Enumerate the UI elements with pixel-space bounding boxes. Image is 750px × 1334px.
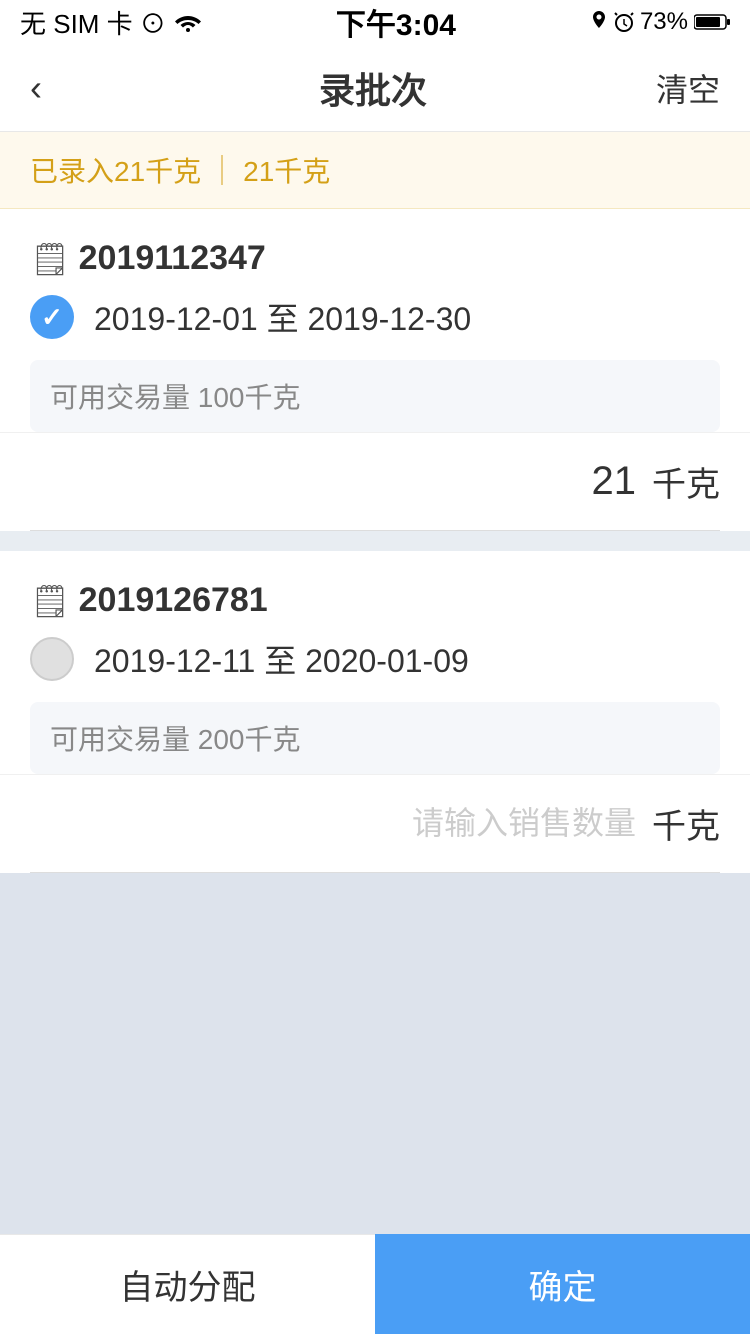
confirm-button[interactable]: 确定 — [375, 1234, 750, 1334]
batch2-unit: 千克 — [652, 799, 720, 848]
info-bar: 已录入21千克 21千克 — [0, 132, 750, 209]
alarm-icon — [614, 11, 634, 33]
section-separator-1 — [0, 531, 750, 551]
batch1-check: ✓ — [41, 302, 63, 333]
status-right: 73% — [590, 8, 730, 36]
nav-bar: ‹ 录批次 清空 — [0, 44, 750, 132]
batch2-divider — [0, 872, 750, 873]
batch2-input-row[interactable]: 千克 — [0, 774, 750, 872]
batch2-date-row[interactable]: 2019-12-11 至 2020-01-09 — [30, 636, 720, 682]
batch2-id: 2019126781 — [79, 581, 268, 620]
clear-button[interactable]: 清空 — [656, 65, 720, 111]
batch1-id-icon: 🗒 — [30, 240, 71, 278]
signal-text: 无 SIM 卡 ⊙ — [20, 4, 166, 41]
batch1-avail-box: 可用交易量 100千克 — [30, 360, 720, 432]
batch2-quantity-input[interactable] — [336, 805, 636, 842]
batch1-id-row: 🗒 2019112347 — [30, 239, 720, 278]
page-title: 录批次 — [319, 62, 427, 114]
wifi-icon — [174, 12, 202, 32]
batch1-unit: 千克 — [652, 457, 720, 506]
batch1-date-row[interactable]: ✓ 2019-12-01 至 2019-12-30 — [30, 294, 720, 340]
status-bar: 无 SIM 卡 ⊙ 下午3:04 73% — [0, 0, 750, 44]
bottom-bar: 自动分配 确定 — [0, 1234, 750, 1334]
batch2-id-row: 🗒 2019126781 — [30, 581, 720, 620]
batch2-avail-box: 可用交易量 200千克 — [30, 702, 720, 774]
batch2-date: 2019-12-11 至 2020-01-09 — [94, 636, 469, 682]
status-left: 无 SIM 卡 ⊙ — [20, 4, 202, 41]
battery-icon — [694, 13, 730, 31]
status-time: 下午3:04 — [336, 0, 456, 44]
recorded-amount-label: 已录入21千克 — [30, 150, 201, 190]
batch1-card: 🗒 2019112347 ✓ 2019-12-01 至 2019-12-30 可… — [0, 209, 750, 432]
batch1-id: 2019112347 — [79, 239, 266, 278]
batch1-radio[interactable]: ✓ — [30, 295, 74, 339]
info-divider — [221, 155, 223, 185]
batch2-avail: 可用交易量 200千克 — [50, 724, 301, 755]
batch1-date: 2019-12-01 至 2019-12-30 — [94, 294, 471, 340]
batch1-quantity-value: 21 — [592, 459, 637, 504]
batch1-avail: 可用交易量 100千克 — [50, 382, 301, 413]
auto-distribute-button[interactable]: 自动分配 — [0, 1234, 375, 1334]
back-button[interactable]: ‹ — [30, 67, 90, 109]
batch2-id-icon: 🗒 — [30, 582, 71, 620]
batch2-radio[interactable] — [30, 637, 74, 681]
batch1-divider — [0, 530, 750, 531]
batch2-card: 🗒 2019126781 2019-12-11 至 2020-01-09 可用交… — [0, 551, 750, 774]
location-icon — [590, 11, 608, 33]
batch1-quantity-row: 21 千克 — [0, 432, 750, 530]
battery-text: 73% — [640, 8, 688, 36]
recorded-amount-value: 21千克 — [243, 150, 330, 190]
